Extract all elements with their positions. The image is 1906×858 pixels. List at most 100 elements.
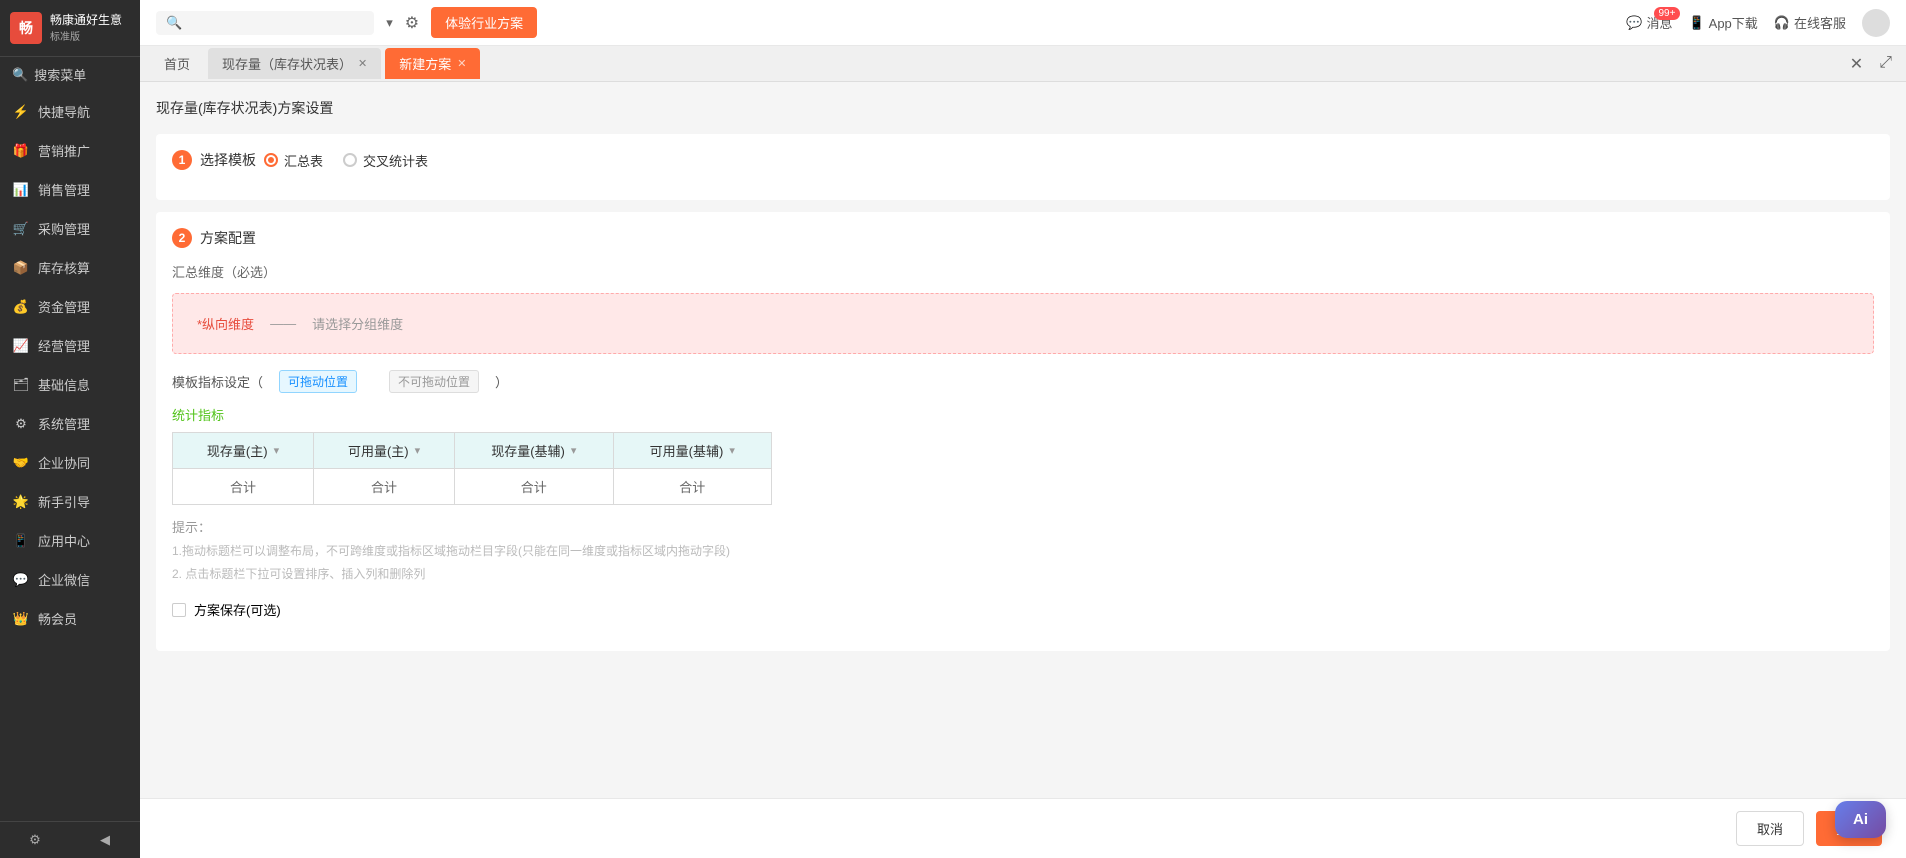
tab-home[interactable]: 首页 — [150, 48, 204, 79]
radio-summary-label: 汇总表 — [284, 151, 323, 170]
tips-title: 提示： — [172, 517, 1874, 536]
indicator-setting-label: 模板指标设定（ — [172, 372, 263, 391]
radio-summary[interactable]: 汇总表 — [264, 151, 323, 170]
cancel-button[interactable]: 取消 — [1736, 811, 1804, 846]
footer: 取消 查询 — [140, 798, 1906, 858]
main-area: 🔍 ▾ ⚙ 体验行业方案 💬 消息 99+ 📱 App下载 🎧 在线客服 — [140, 0, 1906, 858]
col2-dropdown-icon[interactable]: ▾ — [415, 444, 421, 457]
sidebar-item-operations[interactable]: 📈 经营管理 — [0, 326, 140, 365]
col1-dropdown-icon[interactable]: ▾ — [274, 444, 280, 457]
sidebar-item-wechat[interactable]: 💬 企业微信 — [0, 560, 140, 599]
cell-1-3: 合计 — [455, 469, 613, 505]
summary-dimension-label: 汇总维度（必选） — [172, 262, 1874, 281]
sidebar-item-enterprise-collab[interactable]: 🤝 企业协同 — [0, 443, 140, 482]
messages-button[interactable]: 💬 消息 99+ — [1626, 13, 1672, 32]
stats-label: 统计指标 — [172, 405, 1874, 424]
sidebar-item-member[interactable]: 👑 畅会员 — [0, 599, 140, 638]
tabbar: 首页 现存量（库存状况表） ✕ 新建方案 ✕ ✕ ⤢ — [140, 46, 1906, 82]
topbar-right: 💬 消息 99+ 📱 App下载 🎧 在线客服 — [1626, 9, 1890, 37]
app-download-button[interactable]: 📱 App下载 — [1688, 13, 1757, 32]
indicator-draggable-tag: 可拖动位置 — [279, 370, 357, 393]
sidebar-item-app-center[interactable]: 📱 应用中心 — [0, 521, 140, 560]
tab-new-scheme-close[interactable]: ✕ — [457, 57, 466, 70]
trial-button[interactable]: 体验行业方案 — [431, 7, 537, 38]
col-header-1[interactable]: 现存量(主) ▾ — [173, 433, 314, 469]
topbar-search-area[interactable]: 🔍 — [156, 11, 374, 35]
radio-cross-label: 交叉统计表 — [363, 151, 428, 170]
tip-2: 2. 点击标题栏下拉可设置排序、插入列和删除列 — [172, 565, 1874, 584]
dimension-area[interactable]: *纵向维度 —— 请选择分组维度 — [172, 293, 1874, 354]
save-checkbox[interactable] — [172, 603, 186, 617]
finance-icon: 💰 — [12, 298, 30, 316]
tab-inventory[interactable]: 现存量（库存状况表） ✕ — [208, 48, 381, 79]
step2-title: 方案配置 — [200, 228, 256, 248]
sidebar-item-label: 应用中心 — [38, 531, 90, 550]
radio-cross-dot — [343, 153, 357, 167]
sidebar-item-sales[interactable]: 📊 销售管理 — [0, 170, 140, 209]
messages-badge: 99+ — [1654, 7, 1681, 20]
collapse-icon: ◀ — [100, 832, 110, 848]
topbar-dropdown[interactable]: ▾ — [386, 15, 393, 31]
sidebar-bottom: ⚙ ◀ — [0, 821, 140, 858]
col-header-3[interactable]: 现存量(基辅) ▾ — [455, 433, 613, 469]
quick-nav-icon: ⚡ — [12, 103, 30, 121]
sidebar-item-basic-info[interactable]: 🗂 基础信息 — [0, 365, 140, 404]
sidebar-item-guide[interactable]: 🌟 新手引导 — [0, 482, 140, 521]
sidebar-search[interactable]: 🔍 搜索菜单 — [0, 57, 140, 92]
topbar-search-input[interactable] — [188, 15, 364, 30]
collapse-button[interactable]: ◀ — [70, 822, 140, 858]
sidebar-item-label: 畅会员 — [38, 609, 77, 628]
indicator-fixed-label: 不可拖动位置 — [398, 373, 470, 390]
basic-info-icon: 🗂 — [12, 376, 30, 394]
table-data-row: 合计 合计 合计 合计 — [173, 469, 772, 505]
marketing-icon: 🎁 — [12, 142, 30, 160]
settings-button[interactable]: ⚙ — [0, 822, 70, 858]
save-label: 方案保存(可选) — [194, 600, 281, 619]
col4-dropdown-icon[interactable]: ▾ — [729, 444, 735, 457]
inventory-icon: 📦 — [12, 259, 30, 277]
cell-1-1: 合计 — [173, 469, 314, 505]
tab-inventory-close[interactable]: ✕ — [358, 57, 367, 70]
indicator-setting: 模板指标设定（ 可拖动位置 不可拖动位置 ） — [172, 370, 1874, 393]
save-option: 方案保存(可选) — [172, 600, 1874, 619]
wechat-icon: 💬 — [12, 571, 30, 589]
col-header-4-label: 可用量(基辅) — [650, 441, 724, 460]
expand-panel-button[interactable]: ⤢ — [1875, 50, 1896, 78]
user-avatar[interactable] — [1862, 9, 1890, 37]
sidebar: 畅 畅康通好生意 标准版 🔍 搜索菜单 ⚡ 快捷导航 🎁 营销推广 📊 销售管理… — [0, 0, 140, 858]
close-panel-button[interactable]: ✕ — [1846, 50, 1867, 78]
sidebar-item-label: 企业协同 — [38, 453, 90, 472]
content-area: 现存量(库存状况表)方案设置 1 选择模板 汇总表 交叉统计表 — [140, 82, 1906, 798]
sidebar-item-label: 快捷导航 — [38, 102, 90, 121]
dimension-vertical-label: *纵向维度 — [197, 314, 254, 333]
sidebar-item-inventory[interactable]: 📦 库存核算 — [0, 248, 140, 287]
sidebar-item-finance[interactable]: 💰 资金管理 — [0, 287, 140, 326]
sidebar-search-label: 搜索菜单 — [34, 65, 86, 84]
col3-dropdown-icon[interactable]: ▾ — [571, 444, 577, 457]
sidebar-item-system[interactable]: ⚙ 系统管理 — [0, 404, 140, 443]
radio-cross[interactable]: 交叉统计表 — [343, 151, 428, 170]
service-button[interactable]: 🎧 在线客服 — [1774, 13, 1846, 32]
step2-section: 2 方案配置 汇总维度（必选） *纵向维度 —— 请选择分组维度 模板指标设定（… — [156, 212, 1890, 651]
tab-new-scheme-label: 新建方案 — [399, 54, 451, 73]
service-label: 在线客服 — [1794, 13, 1846, 32]
step1-title: 选择模板 — [200, 150, 256, 170]
stats-table: 现存量(主) ▾ 可用量(主) ▾ — [172, 432, 772, 505]
col-header-2[interactable]: 可用量(主) ▾ — [314, 433, 455, 469]
step2-badge: 2 — [172, 228, 192, 248]
search-icon: 🔍 — [12, 67, 28, 83]
message-icon: 💬 — [1626, 15, 1642, 31]
step1-section: 1 选择模板 汇总表 交叉统计表 — [156, 134, 1890, 200]
sidebar-item-label: 基础信息 — [38, 375, 90, 394]
topbar-gear-icon[interactable]: ⚙ — [405, 13, 419, 33]
dimension-placeholder: 请选择分组维度 — [312, 314, 403, 333]
sidebar-item-label: 企业微信 — [38, 570, 90, 589]
col-header-4[interactable]: 可用量(基辅) ▾ — [613, 433, 771, 469]
sidebar-item-quick-nav[interactable]: ⚡ 快捷导航 — [0, 92, 140, 131]
dimension-dash: —— — [270, 316, 296, 331]
chevron-down-icon: ▾ — [386, 15, 393, 31]
sidebar-item-purchase[interactable]: 🛒 采购管理 — [0, 209, 140, 248]
sidebar-item-marketing[interactable]: 🎁 营销推广 — [0, 131, 140, 170]
ai-button[interactable]: Ai — [1835, 801, 1886, 838]
tab-new-scheme[interactable]: 新建方案 ✕ — [385, 48, 480, 79]
